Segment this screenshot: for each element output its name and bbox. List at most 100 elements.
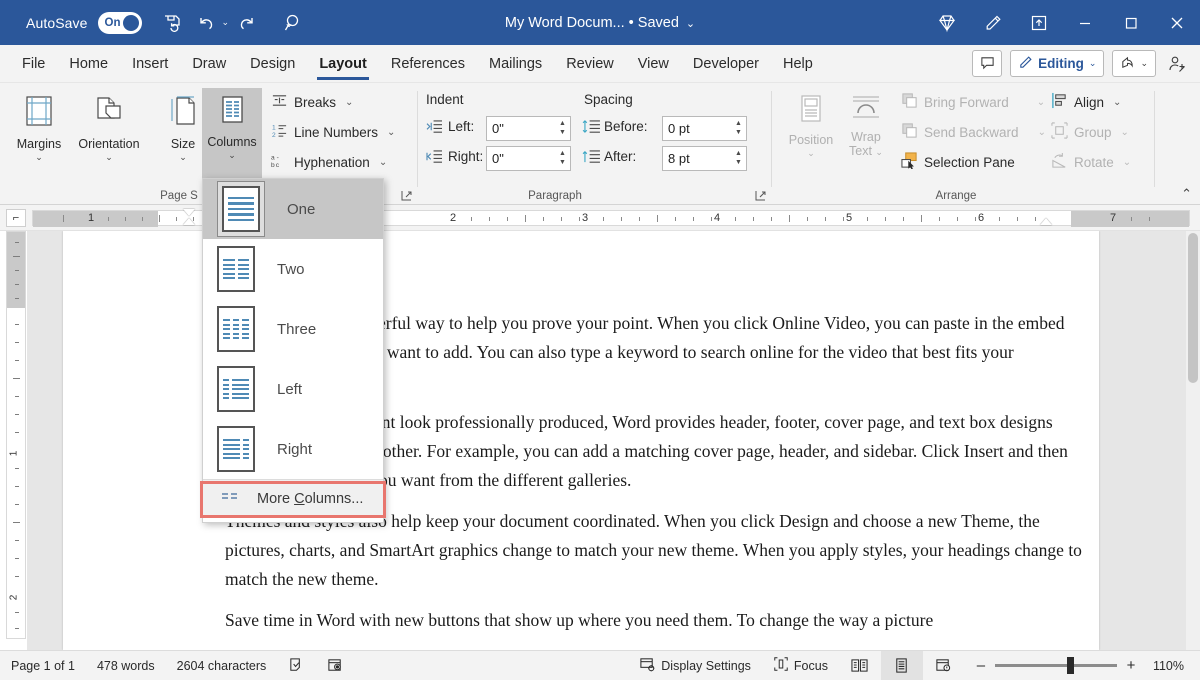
spacing-after-input[interactable]: 8 pt ▲▼	[662, 146, 747, 171]
tab-design[interactable]: Design	[238, 45, 307, 83]
orientation-button[interactable]: Orientation ⌄	[70, 88, 148, 180]
tab-layout[interactable]: Layout	[307, 45, 379, 83]
tab-file[interactable]: File	[10, 45, 57, 83]
bring-forward-button[interactable]: Bring Forward ⌄	[898, 88, 1048, 116]
rotate-button[interactable]: Rotate ⌄	[1048, 148, 1134, 176]
zoom-track[interactable]	[995, 664, 1117, 667]
undo-icon[interactable]	[190, 7, 222, 39]
document-name[interactable]: My Word Docum...	[505, 15, 629, 31]
character-count[interactable]: 2604 characters	[166, 651, 278, 680]
display-settings-button[interactable]: Display Settings	[628, 651, 762, 680]
find-user-icon[interactable]	[1164, 51, 1190, 77]
chevron-down-icon[interactable]: ⌄	[1121, 127, 1129, 138]
tab-draw[interactable]: Draw	[180, 45, 238, 83]
focus-button[interactable]: Focus	[762, 651, 839, 680]
accessibility-checker-icon[interactable]	[316, 651, 355, 680]
horizontal-ruler[interactable]: ⌐ 1 2 3 4 5	[0, 205, 1200, 231]
send-backward-button[interactable]: Send Backward ⌄	[898, 118, 1049, 146]
spacing-before-stepper[interactable]: ▲▼	[731, 117, 746, 140]
chevron-down-icon[interactable]: ⌄	[345, 97, 353, 108]
menu-item-right-column[interactable]: Right	[203, 419, 383, 479]
chevron-down-icon[interactable]: ⌄	[105, 152, 113, 163]
tab-developer[interactable]: Developer	[681, 45, 771, 83]
margins-button[interactable]: Margins ⌄	[8, 88, 70, 180]
proofing-errors-icon[interactable]	[277, 651, 316, 680]
wrap-text-button[interactable]: WrapText ⌄	[838, 88, 894, 180]
menu-item-one-column[interactable]: One	[203, 179, 383, 239]
tab-insert[interactable]: Insert	[120, 45, 180, 83]
minimize-button[interactable]	[1062, 0, 1108, 45]
save-refresh-icon[interactable]	[156, 7, 188, 39]
chevron-down-icon[interactable]: ⌄	[1113, 97, 1121, 108]
menu-item-more-columns[interactable]: More Columns...	[203, 480, 383, 518]
columns-button[interactable]: Columns ⌄	[202, 88, 262, 180]
zoom-slider[interactable]: – +	[965, 657, 1147, 674]
tab-view[interactable]: View	[626, 45, 681, 83]
maximize-button[interactable]	[1108, 0, 1154, 45]
indent-left-input[interactable]: 0" ▲▼	[486, 116, 571, 141]
collapse-ribbon-chevron[interactable]: ⌃	[1181, 186, 1192, 202]
indent-right-input[interactable]: 0" ▲▼	[486, 146, 571, 171]
zoom-out-button[interactable]: –	[975, 657, 987, 674]
chevron-down-icon[interactable]: ⌄	[1037, 97, 1045, 108]
chevron-down-icon[interactable]: ⌄	[1140, 58, 1148, 69]
tab-home[interactable]: Home	[57, 45, 120, 83]
indent-right-stepper[interactable]: ▲▼	[555, 147, 570, 170]
page-info[interactable]: Page 1 of 1	[0, 651, 86, 680]
search-icon[interactable]	[278, 7, 310, 39]
zoom-level[interactable]: 110%	[1147, 659, 1200, 673]
pen-icon[interactable]	[970, 0, 1016, 45]
tab-references[interactable]: References	[379, 45, 477, 83]
vertical-scrollbar[interactable]	[1186, 231, 1200, 650]
comments-button[interactable]	[972, 50, 1002, 77]
share-button[interactable]: ⌄	[1112, 50, 1156, 77]
first-line-indent-marker[interactable]	[183, 209, 195, 216]
title-chevron-down-icon[interactable]: ⌄	[686, 18, 695, 30]
word-count[interactable]: 478 words	[86, 651, 166, 680]
undo-chevron-down-icon[interactable]: ⌄	[222, 17, 230, 28]
scrollbar-thumb[interactable]	[1188, 233, 1198, 383]
position-button[interactable]: Position ⌄	[780, 88, 842, 180]
zoom-thumb[interactable]	[1067, 657, 1074, 674]
read-mode-icon[interactable]	[839, 651, 881, 680]
ribbon-display-options-icon[interactable]	[1016, 0, 1062, 45]
autosave-state: On	[105, 17, 121, 29]
diamond-icon[interactable]	[924, 0, 970, 45]
hanging-indent-marker[interactable]	[183, 218, 195, 225]
chevron-down-icon[interactable]: ⌄	[228, 150, 236, 161]
menu-item-left-column[interactable]: Left	[203, 359, 383, 419]
chevron-down-icon[interactable]: ⌄	[1089, 58, 1097, 69]
align-button[interactable]: Align ⌄	[1048, 88, 1124, 116]
chevron-down-icon[interactable]: ⌄	[35, 152, 43, 163]
chevron-down-icon[interactable]: ⌄	[1123, 157, 1131, 168]
tab-review[interactable]: Review	[554, 45, 626, 83]
chevron-down-icon[interactable]: ⌄	[1038, 127, 1046, 138]
autosave-toggle[interactable]: On	[98, 12, 142, 34]
menu-item-two-column[interactable]: Two	[203, 239, 383, 299]
columns-dropdown-menu[interactable]: One Two Three	[202, 178, 384, 523]
right-indent-marker[interactable]	[1040, 218, 1052, 225]
redo-icon[interactable]	[231, 7, 263, 39]
chevron-down-icon[interactable]: ⌄	[179, 152, 187, 163]
editing-mode-button[interactable]: Editing ⌄	[1010, 50, 1104, 77]
hyphenation-button[interactable]: a - b c Hyphenation ⌄	[268, 148, 390, 176]
tab-help[interactable]: Help	[771, 45, 825, 83]
breaks-button[interactable]: Breaks ⌄	[268, 88, 356, 116]
spacing-before-input[interactable]: 0 pt ▲▼	[662, 116, 747, 141]
vertical-ruler[interactable]: 1 2	[6, 231, 26, 639]
chevron-down-icon[interactable]: ⌄	[387, 127, 395, 138]
group-button[interactable]: Group ⌄	[1048, 118, 1132, 146]
selection-pane-button[interactable]: Selection Pane	[898, 148, 1018, 176]
zoom-in-button[interactable]: +	[1125, 657, 1137, 674]
indent-left-stepper[interactable]: ▲▼	[555, 117, 570, 140]
print-layout-icon[interactable]	[881, 651, 923, 680]
chevron-down-icon[interactable]: ⌄	[807, 148, 815, 159]
menu-item-three-column[interactable]: Three	[203, 299, 383, 359]
close-button[interactable]	[1154, 0, 1200, 45]
left-tab-stop-icon[interactable]: ⌐	[6, 209, 26, 227]
tab-mailings[interactable]: Mailings	[477, 45, 554, 83]
line-numbers-button[interactable]: 1 2 Line Numbers ⌄	[268, 118, 398, 146]
web-layout-icon[interactable]	[923, 651, 965, 680]
chevron-down-icon[interactable]: ⌄	[379, 157, 387, 168]
spacing-after-stepper[interactable]: ▲▼	[731, 147, 746, 170]
